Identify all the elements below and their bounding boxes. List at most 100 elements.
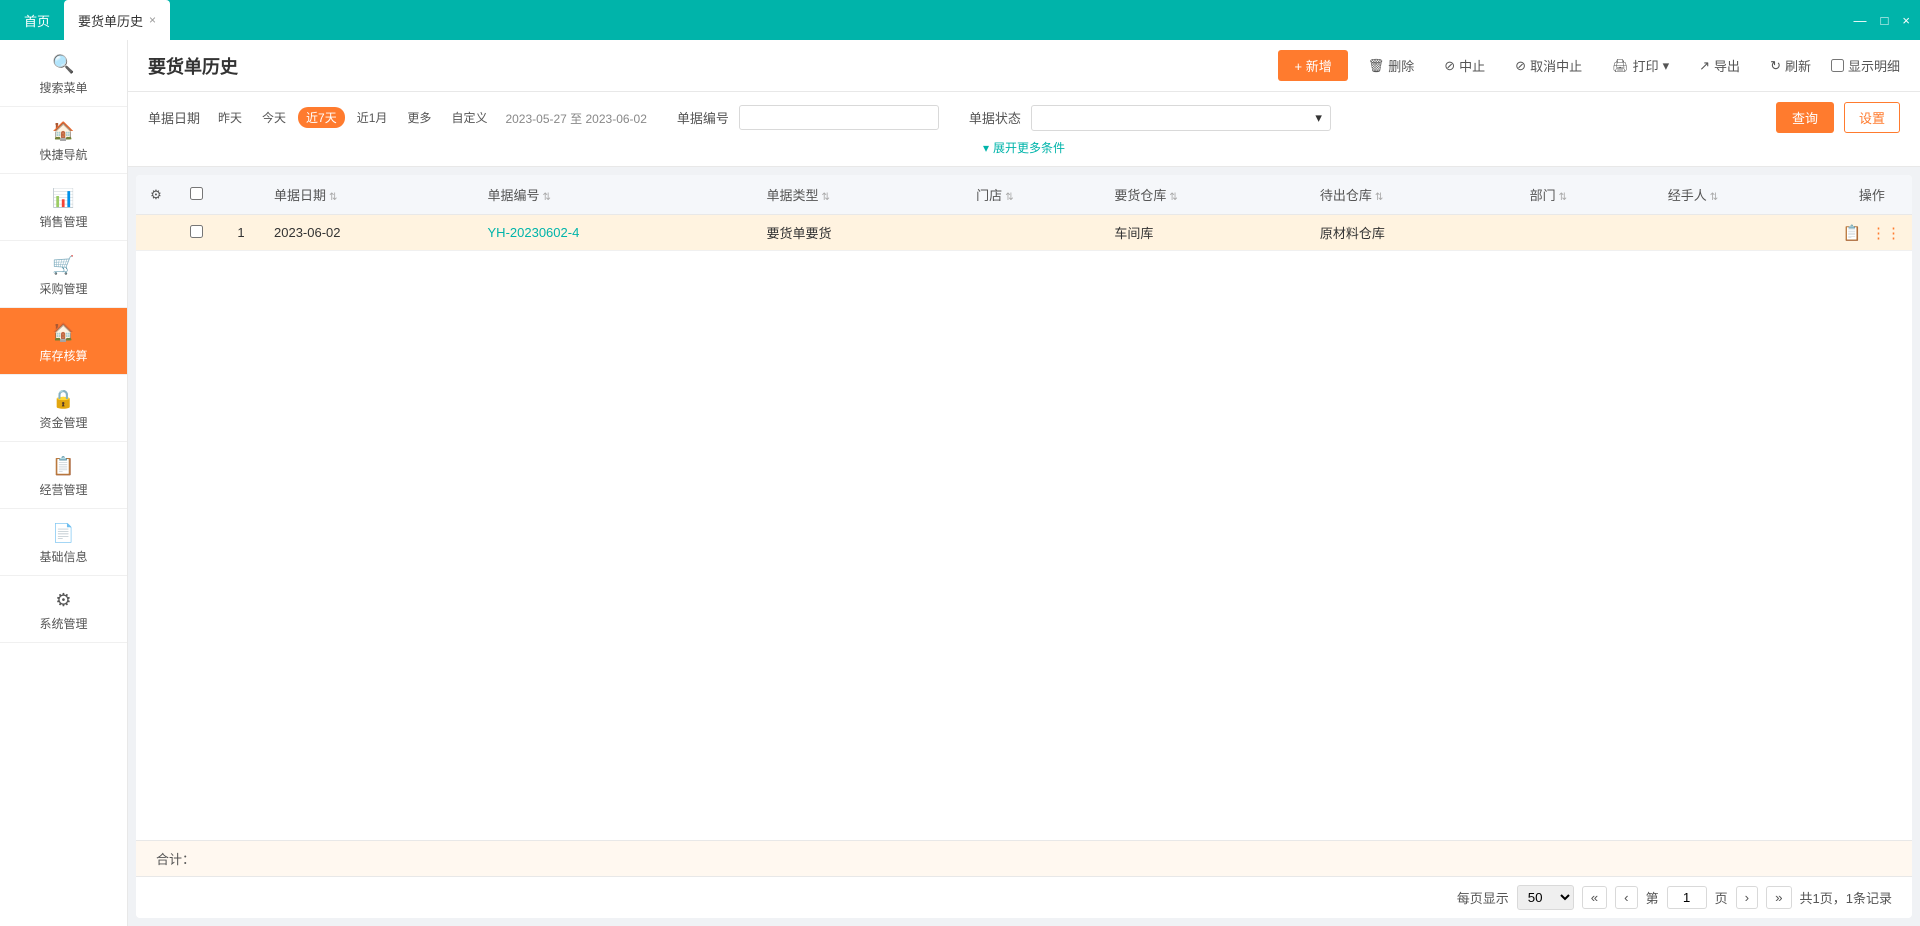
per-page-select[interactable]: 50 20 100 — [1517, 885, 1574, 910]
page-number-input[interactable] — [1667, 886, 1707, 909]
select-all-checkbox[interactable] — [190, 187, 203, 200]
cancel-stop-button[interactable]: ⊘ 取消中止 — [1505, 51, 1592, 80]
row-ops: 📋 ⋮⋮ — [1832, 215, 1912, 251]
first-page-button[interactable]: « — [1582, 886, 1607, 909]
tab-home[interactable]: 首页 — [10, 0, 64, 40]
content-area: 要货单历史 + 新增 🗑 删除 ⊘ 中止 ⊘ 取消中止 🖨 打印 — [128, 40, 1920, 926]
date-btn-yesterday[interactable]: 昨天 — [210, 107, 250, 128]
cancel-stop-icon: ⊘ — [1515, 58, 1526, 74]
stop-button[interactable]: ⊘ 中止 — [1434, 51, 1495, 80]
tab-active[interactable]: 要货单历史 × — [64, 0, 170, 40]
sidebar-item-purchase[interactable]: 🛒 采购管理 — [0, 241, 127, 308]
col-gear[interactable]: ⚙ — [136, 175, 176, 215]
summary-label: 合计： — [156, 852, 195, 867]
bill-no-input[interactable] — [739, 105, 939, 130]
col-department[interactable]: 部门⇅ — [1522, 175, 1660, 215]
col-checkbox[interactable] — [176, 175, 216, 215]
prev-page-button[interactable]: ‹ — [1615, 886, 1637, 909]
filter-area: 单据日期 昨天 今天 近7天 近1月 更多 自定义 2023-05-27 至 2… — [128, 92, 1920, 167]
row-more-icon[interactable]: ⋮⋮ — [1871, 225, 1901, 242]
bill-no-label: 单据编号 — [677, 108, 729, 127]
print-chevron-icon: ▾ — [1663, 58, 1670, 74]
col-shop[interactable]: 门店⇅ — [968, 175, 1106, 215]
status-label: 单据状态 — [969, 108, 1021, 127]
delete-button[interactable]: 🗑 删除 — [1358, 51, 1425, 80]
search-icon: 🔍 — [52, 54, 74, 75]
date-btn-7days[interactable]: 近7天 — [298, 107, 345, 128]
maximize-icon[interactable]: □ — [1881, 13, 1889, 28]
table-row: 1 2023-06-02 YH-20230602-4 要货单要货 车间库 原材料… — [136, 215, 1912, 251]
purchase-icon: 🛒 — [52, 255, 74, 276]
date-btn-custom[interactable]: 自定义 — [443, 107, 495, 128]
row-gear — [136, 215, 176, 251]
finance-icon: 🔒 — [52, 389, 74, 410]
sidebar-item-operations[interactable]: 📋 经营管理 — [0, 442, 127, 509]
row-checkbox[interactable] — [190, 225, 203, 238]
col-date[interactable]: 单据日期⇅ — [266, 175, 480, 215]
row-pending-warehouse: 原材料仓库 — [1312, 215, 1522, 251]
stop-icon: ⊘ — [1444, 58, 1455, 74]
export-button[interactable]: ↗ 导出 — [1689, 51, 1750, 80]
sort-date-icon: ⇅ — [329, 192, 337, 203]
date-label: 单据日期 — [148, 108, 200, 127]
row-bill-no[interactable]: YH-20230602-4 — [480, 215, 759, 251]
bill-no-link[interactable]: YH-20230602-4 — [488, 225, 580, 240]
display-detail-checkbox[interactable] — [1831, 59, 1844, 72]
table-area: ⚙ 单据日期⇅ 单据编号⇅ 单据类型⇅ 门店⇅ — [136, 175, 1912, 918]
expand-more-btn[interactable]: ▾ 展开更多条件 — [148, 133, 1900, 156]
main-layout: 🔍 搜索菜单 🏠 快捷导航 📊 销售管理 🛒 采购管理 🏠 库存核算 🔒 资金管… — [0, 40, 1920, 926]
row-department — [1522, 215, 1660, 251]
last-page-button[interactable]: » — [1766, 886, 1791, 909]
page-header: 要货单历史 + 新增 🗑 删除 ⊘ 中止 ⊘ 取消中止 🖨 打印 — [128, 40, 1920, 92]
sidebar-item-finance[interactable]: 🔒 资金管理 — [0, 375, 127, 442]
sidebar-item-search-menu[interactable]: 🔍 搜索菜单 — [0, 40, 127, 107]
date-btn-1month[interactable]: 近1月 — [349, 107, 396, 128]
refresh-icon: ↻ — [1770, 58, 1781, 74]
pagination: 每页显示 50 20 100 « ‹ 第 页 › » 共1页，1条记录 — [136, 876, 1912, 918]
print-icon: 🖨 — [1612, 58, 1629, 74]
sidebar-item-sales[interactable]: 📊 销售管理 — [0, 174, 127, 241]
page-suffix-label: 页 — [1715, 888, 1728, 907]
sort-billtype-icon: ⇅ — [822, 192, 830, 203]
row-edit-icon[interactable]: 📋 — [1843, 225, 1862, 242]
col-bill-type[interactable]: 单据类型⇅ — [759, 175, 969, 215]
row-shop — [968, 215, 1106, 251]
sidebar-item-quick-nav[interactable]: 🏠 快捷导航 — [0, 107, 127, 174]
expand-chevron-icon: ▾ — [983, 141, 989, 155]
total-info: 共1页，1条记录 — [1800, 888, 1892, 907]
print-button[interactable]: 🖨 打印 ▾ — [1602, 51, 1679, 80]
col-req-warehouse[interactable]: 要货仓库⇅ — [1106, 175, 1312, 215]
refresh-button[interactable]: ↻ 刷新 — [1760, 51, 1821, 80]
date-btn-today[interactable]: 今天 — [254, 107, 294, 128]
next-page-button[interactable]: › — [1736, 886, 1758, 909]
display-detail-toggle[interactable]: 显示明细 — [1831, 56, 1900, 75]
row-date: 2023-06-02 — [266, 215, 480, 251]
summary-row: 合计： — [136, 840, 1912, 876]
sidebar: 🔍 搜索菜单 🏠 快捷导航 📊 销售管理 🛒 采购管理 🏠 库存核算 🔒 资金管… — [0, 40, 128, 926]
date-btn-more[interactable]: 更多 — [399, 107, 439, 128]
table-header-row: ⚙ 单据日期⇅ 单据编号⇅ 单据类型⇅ 门店⇅ — [136, 175, 1912, 215]
status-chevron-icon: ▾ — [1315, 110, 1322, 126]
close-tab-icon[interactable]: × — [149, 13, 156, 27]
sales-icon: 📊 — [52, 188, 74, 209]
col-bill-no[interactable]: 单据编号⇅ — [480, 175, 759, 215]
toolbar: + 新增 🗑 删除 ⊘ 中止 ⊘ 取消中止 🖨 打印 ▾ — [1278, 50, 1900, 81]
sort-pendwh-icon: ⇅ — [1375, 192, 1383, 203]
close-window-icon[interactable]: × — [1902, 13, 1910, 28]
new-button[interactable]: + 新增 — [1278, 50, 1347, 81]
date-buttons: 昨天 今天 近7天 近1月 更多 自定义 — [210, 107, 495, 128]
filter-row: 单据日期 昨天 今天 近7天 近1月 更多 自定义 2023-05-27 至 2… — [148, 102, 1900, 133]
sidebar-item-base-info[interactable]: 📄 基础信息 — [0, 509, 127, 576]
sidebar-item-system[interactable]: ⚙ 系统管理 — [0, 576, 127, 643]
row-num: 1 — [216, 215, 266, 251]
status-select[interactable]: ▾ — [1031, 105, 1331, 131]
top-bar: 首页 要货单历史 × — □ × — [0, 0, 1920, 40]
col-pending-warehouse[interactable]: 待出仓库⇅ — [1312, 175, 1522, 215]
data-table: ⚙ 单据日期⇅ 单据编号⇅ 单据类型⇅ 门店⇅ — [136, 175, 1912, 251]
col-handler[interactable]: 经手人⇅ — [1660, 175, 1832, 215]
query-button[interactable]: 查询 — [1776, 102, 1834, 133]
settings-button[interactable]: 设置 — [1844, 102, 1900, 133]
minimize-icon[interactable]: — — [1854, 13, 1867, 28]
sidebar-item-inventory[interactable]: 🏠 库存核算 — [0, 308, 127, 375]
row-checkbox-cell[interactable] — [176, 215, 216, 251]
